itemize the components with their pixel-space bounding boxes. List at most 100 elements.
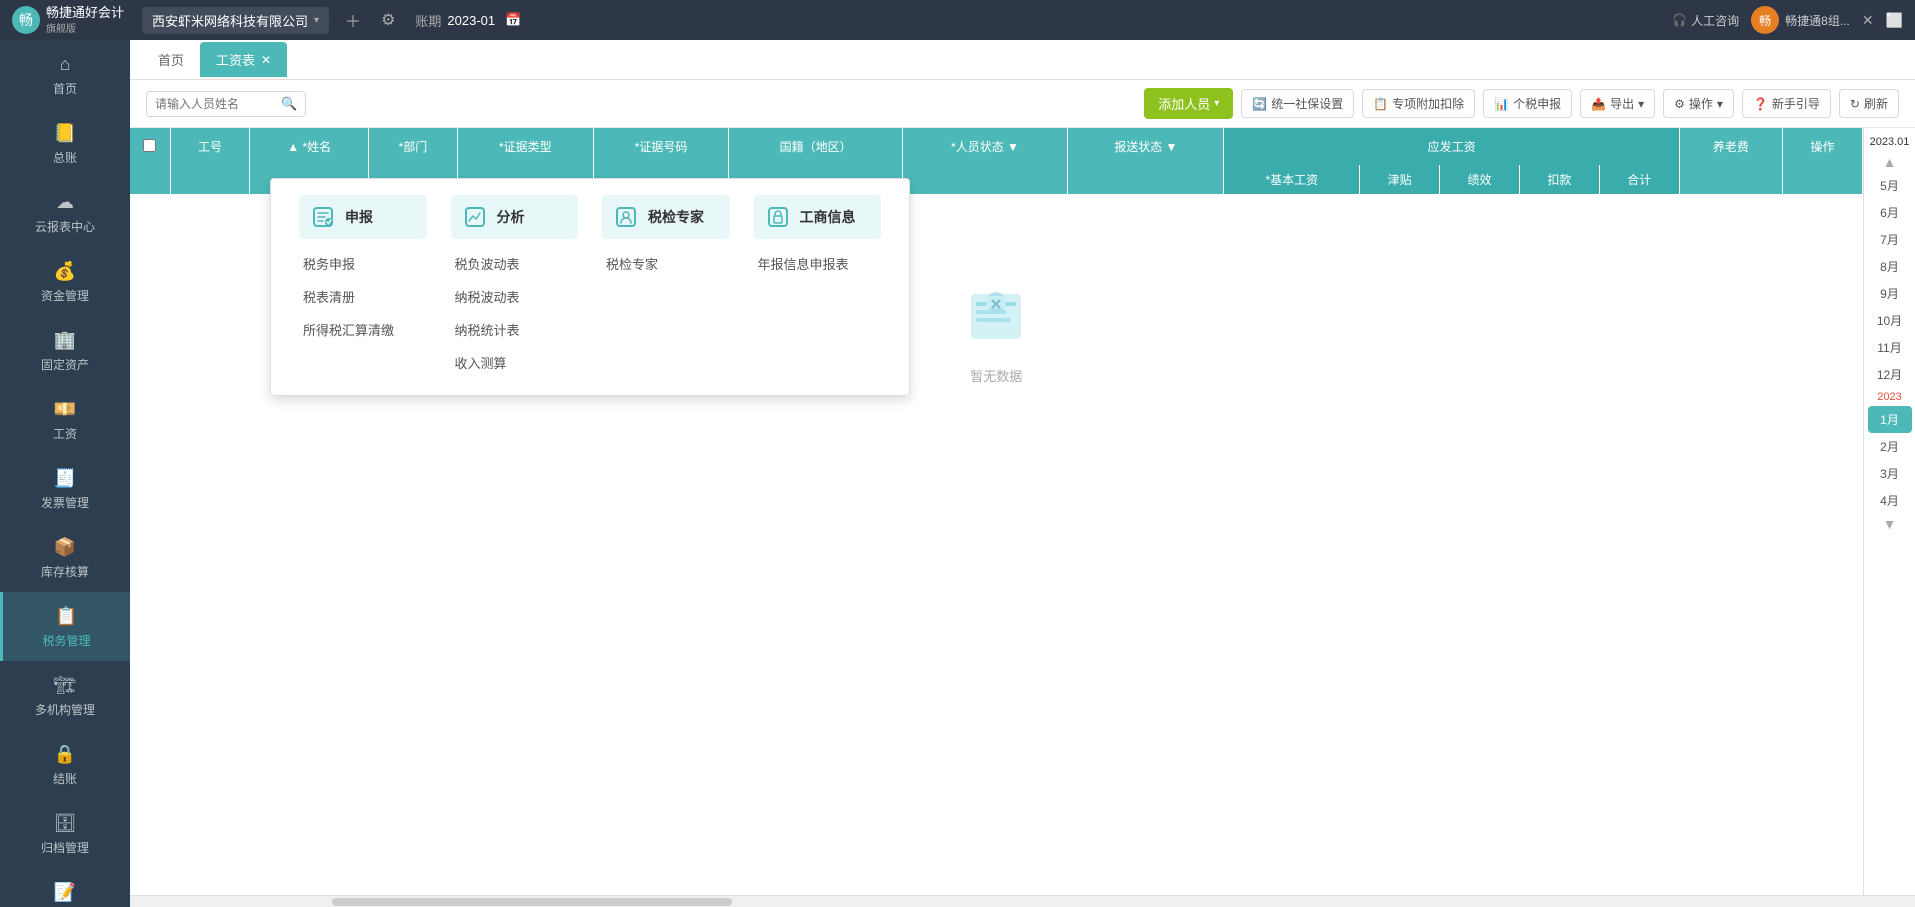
month-item-5[interactable]: 5月 [1868, 172, 1912, 199]
table-container: 工号 ▲ *姓名 *部门 *证据类型 [130, 128, 1863, 895]
funds-icon: 💰 [53, 259, 77, 283]
search-wrap: 🔍 [146, 91, 306, 117]
export-icon: 📤 [1591, 97, 1606, 111]
th-dept: *部门 [369, 128, 458, 165]
month-item-9[interactable]: 9月 [1868, 280, 1912, 307]
social-insurance-button[interactable]: 🔄 统一社保设置 [1241, 89, 1354, 118]
maximize-icon[interactable]: ⬜ [1886, 12, 1903, 29]
menu-tax-table[interactable]: 税表清册 [299, 280, 427, 313]
declaration-cat-icon [309, 203, 337, 231]
search-input[interactable] [155, 97, 275, 111]
menu-tax-declaration[interactable]: 税务申报 [299, 247, 427, 280]
month-item-7[interactable]: 7月 [1868, 226, 1912, 253]
sidebar-item-invoice[interactable]: 🧾 发票管理 [0, 454, 130, 523]
add-icon[interactable]: ＋ [341, 4, 365, 36]
month-item-4[interactable]: 4月 [1868, 487, 1912, 514]
tab-home[interactable]: 首页 [142, 42, 200, 77]
user-avatar-area[interactable]: 畅 畅捷通8组... [1751, 6, 1850, 34]
th-sub-id [170, 165, 250, 194]
ops-icon: ⚙ [1674, 97, 1685, 111]
ledger-icon: 📒 [53, 121, 77, 145]
add-person-arrow-icon: ▾ [1214, 98, 1219, 109]
month-item-12[interactable]: 12月 [1868, 361, 1912, 388]
add-person-button[interactable]: 添加人员 ▾ [1144, 88, 1233, 119]
sidebar-item-home[interactable]: ⌂ 首页 [0, 40, 130, 109]
refresh-button[interactable]: ↻ 刷新 [1839, 89, 1899, 118]
special-deduction-button[interactable]: 📋 专项附加扣除 [1362, 89, 1475, 118]
th-sub-allowance: 津贴 [1360, 165, 1440, 194]
export-button[interactable]: 📤 导出 ▾ [1580, 89, 1655, 118]
close-window-icon[interactable]: ✕ [1862, 12, 1874, 29]
th-region: 国籍（地区） [729, 128, 902, 165]
th-pension: 养老费 [1679, 128, 1782, 165]
sidebar-label-inventory: 库存核算 [41, 563, 89, 580]
header-right: 🎧 人工咨询 畅 畅捷通8组... ✕ ⬜ [1672, 6, 1903, 34]
sidebar-item-fixed[interactable]: 🏢 固定资产 [0, 316, 130, 385]
menu-income-tax[interactable]: 所得税汇算清缴 [299, 313, 427, 346]
newbie-guide-button[interactable]: ❓ 新手引导 [1742, 89, 1831, 118]
month-item-11[interactable]: 11月 [1868, 334, 1912, 361]
search-icon: 🔍 [281, 96, 297, 112]
menu-tax-change[interactable]: 纳税波动表 [451, 280, 579, 313]
logo-char: 畅 [19, 10, 33, 30]
th-report-status[interactable]: 报送状态 ▼ [1068, 128, 1224, 165]
settings-icon[interactable]: ⚙ [377, 6, 399, 34]
logo-area: 畅 畅捷通好会计 旗舰版 [12, 5, 142, 36]
sidebar-item-archive[interactable]: 🗄 归档管理 [0, 799, 130, 868]
date-panel-header: 2023.01 [1868, 132, 1912, 152]
payroll-icon: 💴 [53, 397, 77, 421]
th-sub-base: *基本工资 [1224, 165, 1360, 194]
operations-button[interactable]: ⚙ 操作 ▾ [1663, 89, 1734, 118]
table-date-row: 工号 ▲ *姓名 *部门 *证据类型 [130, 128, 1915, 895]
scroll-thumb[interactable] [332, 898, 732, 906]
cat-header-declaration: 申报 [299, 195, 427, 239]
menu-tax-expert[interactable]: 税检专家 [602, 247, 730, 280]
sidebar-item-funds[interactable]: 💰 资金管理 [0, 247, 130, 316]
tab-close-icon[interactable]: ✕ [261, 53, 271, 67]
sidebar-item-payroll[interactable]: 💴 工资 [0, 385, 130, 454]
date-panel: 2023.01 ▲ 5月 6月 7月 8月 9月 10月 11月 12月 202… [1863, 128, 1915, 895]
deduction-icon: 📋 [1373, 97, 1388, 111]
th-sub-deduct: 扣款 [1519, 165, 1599, 194]
sidebar-item-cloud[interactable]: ☁ 云报表中心 [0, 178, 130, 247]
calendar-icon[interactable]: 📅 [501, 8, 525, 32]
guide-label: 新手引导 [1772, 95, 1820, 112]
ops-arrow-icon: ▾ [1717, 97, 1723, 111]
sidebar-label-tax: 税务管理 [42, 632, 90, 649]
th-sub-pension [1679, 165, 1782, 194]
refresh-icon: ↻ [1850, 97, 1860, 111]
month-item-2[interactable]: 2月 [1868, 433, 1912, 460]
content-area: 首页 工资表 ✕ 🔍 添加人员 ▾ 🔄 统一社保设置 [130, 40, 1915, 907]
sidebar-item-inventory[interactable]: 📦 库存核算 [0, 523, 130, 592]
inventory-icon: 📦 [53, 535, 77, 559]
sidebar-item-close[interactable]: 🔒 结账 [0, 730, 130, 799]
sidebar-item-ledger[interactable]: 📒 总账 [0, 109, 130, 178]
month-item-8[interactable]: 8月 [1868, 253, 1912, 280]
month-item-1[interactable]: 1月 [1868, 406, 1912, 433]
service-btn[interactable]: 🎧 人工咨询 [1672, 12, 1739, 29]
th-name[interactable]: ▲ *姓名 [250, 128, 369, 165]
th-status[interactable]: *人员状态 ▼ [902, 128, 1067, 165]
category-declaration: 申报 税务申报 税表清册 所得税汇算清缴 [287, 195, 439, 379]
menu-income-estimate[interactable]: 收入测算 [451, 346, 579, 379]
business-cat-icon [764, 203, 792, 231]
sidebar-item-multi[interactable]: 🏗 多机构管理 [0, 661, 130, 730]
sidebar-label-archive: 归档管理 [41, 839, 89, 856]
month-item-10[interactable]: 10月 [1868, 307, 1912, 334]
menu-tax-stat[interactable]: 纳税统计表 [451, 313, 579, 346]
tab-payroll-table[interactable]: 工资表 ✕ [200, 42, 287, 77]
month-item-6[interactable]: 6月 [1868, 199, 1912, 226]
horizontal-scrollbar[interactable] [130, 895, 1915, 907]
date-up-icon[interactable]: ▲ [1881, 152, 1899, 172]
company-selector[interactable]: 西安虾米网络科技有限公司 ▾ [142, 7, 329, 34]
menu-tax-burden[interactable]: 税负波动表 [451, 247, 579, 280]
month-item-3[interactable]: 3月 [1868, 460, 1912, 487]
select-all-checkbox[interactable] [143, 139, 156, 152]
analysis-cat-icon [461, 203, 489, 231]
individual-tax-button[interactable]: 📊 个税申报 [1483, 89, 1572, 118]
sidebar-item-xiaochang[interactable]: 📝 小畅报销 [0, 868, 130, 907]
date-down-icon[interactable]: ▼ [1881, 514, 1899, 534]
th-checkbox[interactable] [130, 128, 170, 165]
menu-annual-report[interactable]: 年报信息申报表 [754, 247, 882, 280]
sidebar-item-tax[interactable]: 📋 税务管理 [0, 592, 130, 661]
